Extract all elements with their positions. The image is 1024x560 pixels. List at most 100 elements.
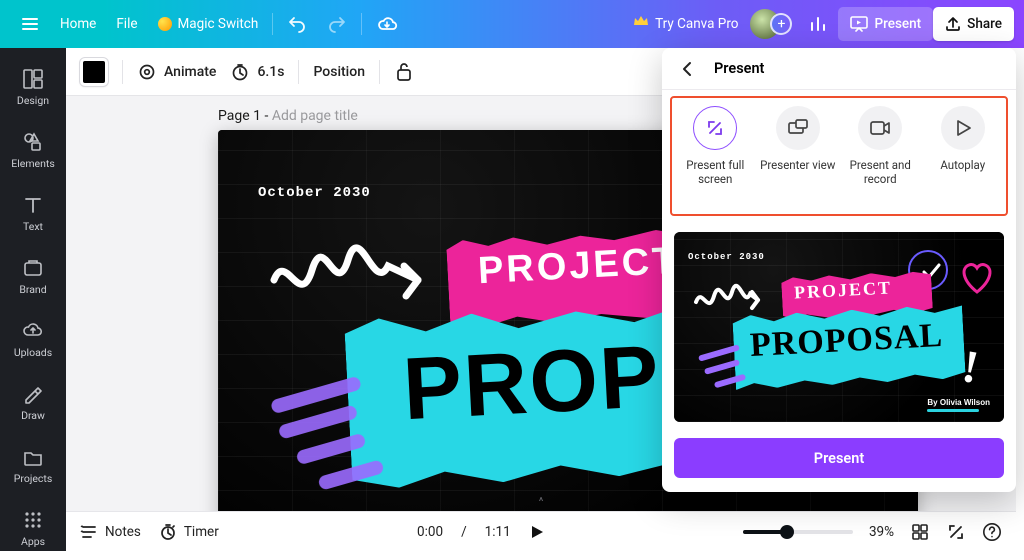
grid-view-button[interactable]	[910, 522, 930, 542]
time-sep: /	[461, 524, 467, 540]
zoom-value: 39%	[869, 524, 894, 540]
notes-label: Notes	[105, 524, 141, 540]
rail-label: Text	[23, 220, 43, 233]
squiggle-arrow-icon	[266, 230, 436, 330]
rail-label: Design	[17, 94, 49, 107]
timer-button[interactable]: Timer	[159, 523, 219, 541]
home-label: Home	[60, 16, 96, 32]
lock-button[interactable]	[394, 61, 414, 83]
mode-full-screen[interactable]: Present full screen	[675, 106, 755, 187]
magic-switch-icon	[158, 17, 172, 31]
time-total: 1:11	[485, 524, 511, 540]
time-current: 0:00	[417, 524, 443, 540]
presenter-icon	[787, 118, 809, 138]
rail-text[interactable]: Text	[2, 184, 64, 245]
rail-draw[interactable]: Draw	[2, 373, 64, 434]
rail-label: Brand	[19, 283, 46, 296]
file-label: File	[116, 16, 137, 32]
chalk-stroke-icon	[698, 344, 740, 361]
background-color-swatch[interactable]	[80, 58, 108, 86]
mode-label: Presenter view	[760, 158, 835, 172]
chalk-stroke-icon	[317, 459, 384, 491]
rail-label: Elements	[11, 157, 55, 170]
duration-label: 6.1s	[257, 64, 284, 80]
mode-label: Present and record	[840, 158, 920, 187]
cloud-sync-button[interactable]	[366, 8, 408, 40]
slide-date: October 2030	[258, 185, 371, 201]
present-cta-label: Present	[814, 450, 864, 467]
notes-button[interactable]: Notes	[80, 523, 141, 541]
rail-uploads[interactable]: Uploads	[2, 310, 64, 371]
separator	[298, 60, 299, 84]
page-drawer-handle[interactable]	[524, 506, 558, 512]
present-icon	[850, 16, 868, 32]
separator	[272, 13, 273, 35]
clock-icon	[230, 62, 250, 82]
page-label-prefix: Page 1 -	[218, 108, 272, 124]
magic-switch-button[interactable]: Magic Switch	[148, 10, 269, 38]
try-pro-label: Try Canva Pro	[655, 16, 738, 32]
bottom-bar: Notes Timer 0:00 / 1:11 39%	[66, 511, 1016, 551]
undo-button[interactable]	[277, 8, 317, 40]
rail-brand[interactable]: Brand	[2, 247, 64, 308]
panel-title: Present	[714, 60, 764, 77]
thumb-date: October 2030	[688, 252, 765, 262]
help-button[interactable]	[982, 522, 1002, 542]
rail-label: Apps	[21, 535, 45, 548]
slide-thumbnail[interactable]: October 2030 PROJECT PROPOSAL ! By Olivi…	[674, 232, 1004, 422]
rail-elements[interactable]: Elements	[2, 121, 64, 182]
separator	[361, 13, 362, 35]
chevron-left-icon	[680, 61, 696, 77]
animate-icon	[137, 62, 157, 82]
present-modes: Present full screen Presenter view Prese…	[670, 96, 1008, 216]
redo-button[interactable]	[317, 8, 357, 40]
thumb-author: By Olivia Wilson	[927, 398, 990, 412]
expand-icon	[705, 118, 725, 138]
rail-projects[interactable]: Projects	[2, 436, 64, 497]
page-label-hint: Add page title	[272, 108, 358, 124]
share-label: Share	[967, 16, 1002, 32]
mode-label: Autoplay	[940, 158, 985, 172]
crown-icon	[633, 15, 649, 33]
home-button[interactable]: Home	[50, 10, 106, 38]
share-button[interactable]: Share	[933, 7, 1014, 41]
back-button[interactable]	[676, 57, 700, 81]
present-label: Present	[874, 16, 921, 32]
share-icon	[945, 16, 961, 32]
file-button[interactable]: File	[106, 10, 147, 38]
rail-design[interactable]: Design	[2, 58, 64, 119]
rail-label: Uploads	[14, 346, 52, 359]
present-button[interactable]: Present	[838, 7, 933, 41]
top-bar: Home File Magic Switch Try Canva Pro + P…	[0, 0, 1024, 48]
notes-icon	[80, 523, 98, 541]
chalk-stroke-icon	[704, 359, 740, 375]
position-label: Position	[313, 64, 365, 80]
separator	[379, 60, 380, 84]
mode-presenter-view[interactable]: Presenter view	[758, 106, 838, 172]
rail-label: Draw	[21, 409, 45, 422]
analytics-button[interactable]	[798, 8, 838, 40]
zoom-slider[interactable]	[743, 530, 853, 534]
playback-controls: 0:00 / 1:11	[219, 524, 743, 540]
stopwatch-icon	[159, 523, 177, 541]
fullscreen-button[interactable]	[946, 522, 966, 542]
mode-present-record[interactable]: Present and record	[840, 106, 920, 187]
add-collaborator-button[interactable]: +	[770, 13, 792, 35]
mode-autoplay[interactable]: Autoplay	[923, 106, 1003, 172]
camera-icon	[869, 119, 891, 137]
present-panel: Present Present full screen Presenter vi…	[662, 48, 1016, 492]
duration-button[interactable]: 6.1s	[230, 62, 284, 82]
heart-doodle-icon	[956, 258, 998, 298]
menu-button[interactable]	[10, 8, 50, 40]
lock-icon	[394, 61, 414, 83]
try-canva-pro-button[interactable]: Try Canva Pro	[621, 9, 750, 39]
animate-button[interactable]: Animate	[137, 62, 216, 82]
play-button[interactable]	[529, 524, 545, 540]
separator	[122, 60, 123, 84]
magic-switch-label: Magic Switch	[178, 16, 259, 32]
animate-label: Animate	[164, 64, 216, 80]
timer-label: Timer	[184, 524, 219, 540]
page-title[interactable]: Page 1 - Add page title	[218, 108, 358, 124]
present-cta-button[interactable]: Present	[674, 438, 1004, 478]
position-button[interactable]: Position	[313, 64, 365, 80]
